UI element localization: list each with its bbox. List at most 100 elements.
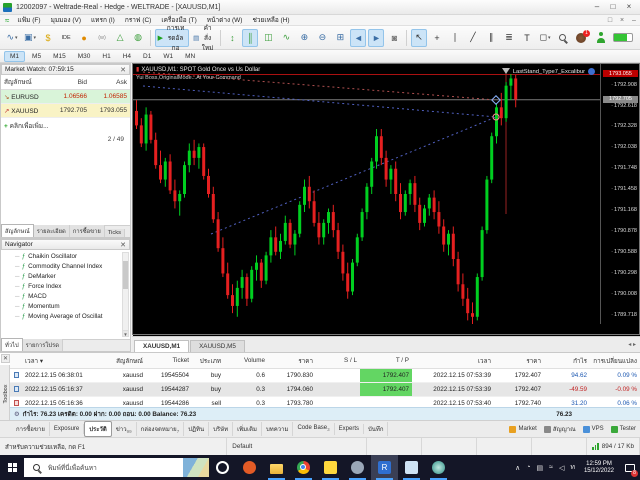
history-column-header[interactable]: สัญลักษณ์	[96, 353, 146, 369]
toolbox-tab-Exposure[interactable]: Exposure	[50, 424, 85, 434]
toolbox-tab-เพิ่มเติม[interactable]: เพิ่มเติม	[233, 422, 262, 436]
opera-taskbar-button[interactable]	[209, 455, 236, 480]
navigator-item[interactable]: ─ ƒ Commodity Channel Index	[1, 261, 122, 271]
mw-column-header[interactable]: Ask	[90, 75, 130, 90]
brave-taskbar-button[interactable]	[236, 455, 263, 480]
timeframe-m5[interactable]: M5	[27, 52, 46, 61]
navigator-item[interactable]: ─ ƒ Moving Average of Oscillat	[1, 311, 122, 321]
menu-item-2[interactable]: แทรก (I)	[86, 15, 120, 25]
timeframe-m15[interactable]: M15	[48, 52, 71, 61]
keyboard-icon[interactable]: ▤	[536, 464, 543, 472]
search-icon[interactable]	[559, 34, 567, 41]
account-status-icon[interactable]	[596, 32, 606, 43]
fibonacci-icon[interactable]: ≣	[501, 29, 517, 47]
mw-tab-รายละเอียด[interactable]: รายละเอียด	[33, 225, 70, 237]
chart-plot-area[interactable]	[133, 64, 601, 324]
volume-icon[interactable]: ◁	[559, 464, 564, 472]
mdi-restore-button[interactable]: □	[604, 17, 616, 24]
market-watch-header[interactable]: Market Watch: 07:59:15 ✕	[1, 64, 130, 75]
navigator-close-icon[interactable]: ✕	[120, 241, 126, 249]
mw-tab-สัญลักษณ์[interactable]: สัญลักษณ์	[1, 224, 34, 237]
chart-shift-icon[interactable]: ►	[368, 28, 385, 47]
candle-chart-icon[interactable]: ◫	[260, 29, 276, 47]
timeframe-w1[interactable]: W1	[158, 52, 178, 61]
mdi-minimize-button[interactable]: –	[628, 17, 640, 24]
toolbox-tab-ประวัติ[interactable]: ประวัติ	[84, 421, 112, 437]
toolbox-tab-กล่องจดหมาย[interactable]: กล่องจดหมาย7	[137, 421, 185, 437]
trendline-icon[interactable]: ╱	[465, 29, 481, 47]
search-weather-image[interactable]	[183, 458, 209, 477]
tray-expand-icon[interactable]: ∧	[515, 464, 520, 472]
maximize-button[interactable]: □	[605, 2, 621, 13]
navigator-item[interactable]: ─ ƒ DeMarker	[1, 271, 122, 281]
history-column-header[interactable]: ราคา	[494, 353, 544, 369]
chart-tab-XAUUSDM1[interactable]: XAUUSD,M1	[134, 340, 190, 352]
navigator-item[interactable]: ─ ƒ Chaikin Oscillator	[1, 251, 122, 261]
line-app-taskbar-button[interactable]	[317, 455, 344, 480]
taskbar-clock[interactable]: 12:59 PM 15/12/2022	[584, 461, 614, 475]
zoom-in-icon[interactable]: ⊕	[296, 29, 312, 47]
metaeditor-taskbar-button[interactable]	[425, 455, 452, 480]
navigator-item[interactable]: ─ ƒ MACD	[1, 291, 122, 301]
gray-app-taskbar-button[interactable]	[344, 455, 371, 480]
menu-item-1[interactable]: มุมมอง (V)	[46, 15, 86, 25]
mw-tab-Ticks[interactable]: Ticks	[104, 229, 126, 237]
tick-chart-icon[interactable]: ↕	[224, 29, 240, 47]
chrome-taskbar-button[interactable]	[290, 455, 317, 480]
timeframe-d1[interactable]: D1	[138, 52, 156, 61]
timeframe-mn[interactable]: MN	[180, 52, 200, 61]
remote-desktop-taskbar-button[interactable]: R	[371, 455, 398, 480]
toolbox-side-tab[interactable]: Toolbox	[0, 365, 10, 420]
chart-window[interactable]: ▮ XAUUSD,M1: SPOT Gold Once vs Us Dollar …	[132, 63, 640, 346]
language-indicator[interactable]: ท	[570, 462, 575, 473]
history-column-header[interactable]: S / L	[316, 353, 360, 369]
mw-column-header[interactable]: Bid	[50, 75, 91, 90]
explorer-taskbar-button[interactable]	[263, 455, 290, 480]
history-column-header[interactable]: ประเภท	[192, 353, 224, 369]
line-chart-icon[interactable]: ∿	[278, 29, 294, 47]
toolbox-tab-ปฏิทิน[interactable]: ปฏิทิน	[184, 422, 210, 436]
toolbox-close-icon[interactable]: ✕	[1, 354, 10, 363]
community-icon[interactable]: ◍	[130, 29, 146, 47]
vps-shortcut[interactable]: VPS	[582, 425, 604, 433]
shapes-icon[interactable]: ◻ ▾	[537, 29, 553, 47]
notifications-button[interactable]: 1	[576, 29, 591, 43]
ea-smiley-icon[interactable]	[588, 68, 595, 75]
lock-icon[interactable]: ●	[76, 29, 92, 47]
nav-tab-ทั่วไป[interactable]: ทั่วไป	[1, 338, 23, 351]
close-button[interactable]: ×	[621, 2, 637, 13]
navigator-header[interactable]: Navigator ✕	[1, 239, 130, 250]
toolbox-tab-ข่าว[interactable]: ข่าว99	[112, 421, 137, 437]
toolbox-tab-บทความ[interactable]: บทความ	[262, 422, 294, 436]
menu-item-3[interactable]: กราฟ (C)	[120, 15, 157, 25]
timeframe-m1[interactable]: M1	[4, 50, 26, 62]
auto-scroll-icon[interactable]: ◄	[350, 28, 367, 47]
text-icon[interactable]: T	[519, 29, 535, 47]
crosshair-icon[interactable]: +	[429, 29, 445, 47]
tab-scroll-arrows[interactable]: ◂ ▸	[628, 341, 636, 348]
grid-icon[interactable]: ⊞	[332, 29, 348, 47]
signals-icon[interactable]: (w)	[94, 29, 110, 47]
action-center-button[interactable]: 8	[620, 455, 640, 480]
notes-app-taskbar-button[interactable]	[398, 455, 425, 480]
history-column-header[interactable]: การเปลี่ยนแปลง	[590, 353, 640, 369]
ide-icon[interactable]: IDE	[58, 29, 74, 47]
scroll-down-icon[interactable]: ▼	[122, 330, 129, 337]
bar-chart-icon[interactable]: ║	[242, 28, 259, 47]
market-watch-close-icon[interactable]: ✕	[120, 66, 126, 74]
navigator-item[interactable]: ─ ƒ Momentum	[1, 301, 122, 311]
algo-trading-button[interactable]: ▶ การเทรดอัลกอ	[154, 25, 190, 52]
chart-profile-icon[interactable]: ∿ ▾	[4, 29, 20, 47]
mw-column-header[interactable]: สัญลักษณ์	[1, 75, 51, 90]
history-row[interactable]: 2022.12.15 06:38:01 xauusd 19545504 buy 0.6 1…	[10, 368, 640, 383]
vertical-line-icon[interactable]: ∣	[447, 29, 463, 47]
onedrive-icon[interactable]: ◔	[526, 464, 530, 471]
status-profile[interactable]: Default	[227, 438, 368, 455]
toolbox-tab-Code Base[interactable]: Code Base3	[293, 423, 335, 435]
timeframe-m30[interactable]: M30	[73, 52, 96, 61]
toolbox-tab-บริษัท[interactable]: บริษัท	[209, 422, 234, 436]
tester-shortcut[interactable]: Tester	[610, 425, 636, 433]
history-column-header[interactable]: เวลา ▾	[22, 353, 96, 369]
market-watch-row[interactable]: ↗ XAUUSD 1792.705 1793.055	[1, 103, 130, 118]
history-column-header[interactable]: T / P	[360, 353, 412, 369]
